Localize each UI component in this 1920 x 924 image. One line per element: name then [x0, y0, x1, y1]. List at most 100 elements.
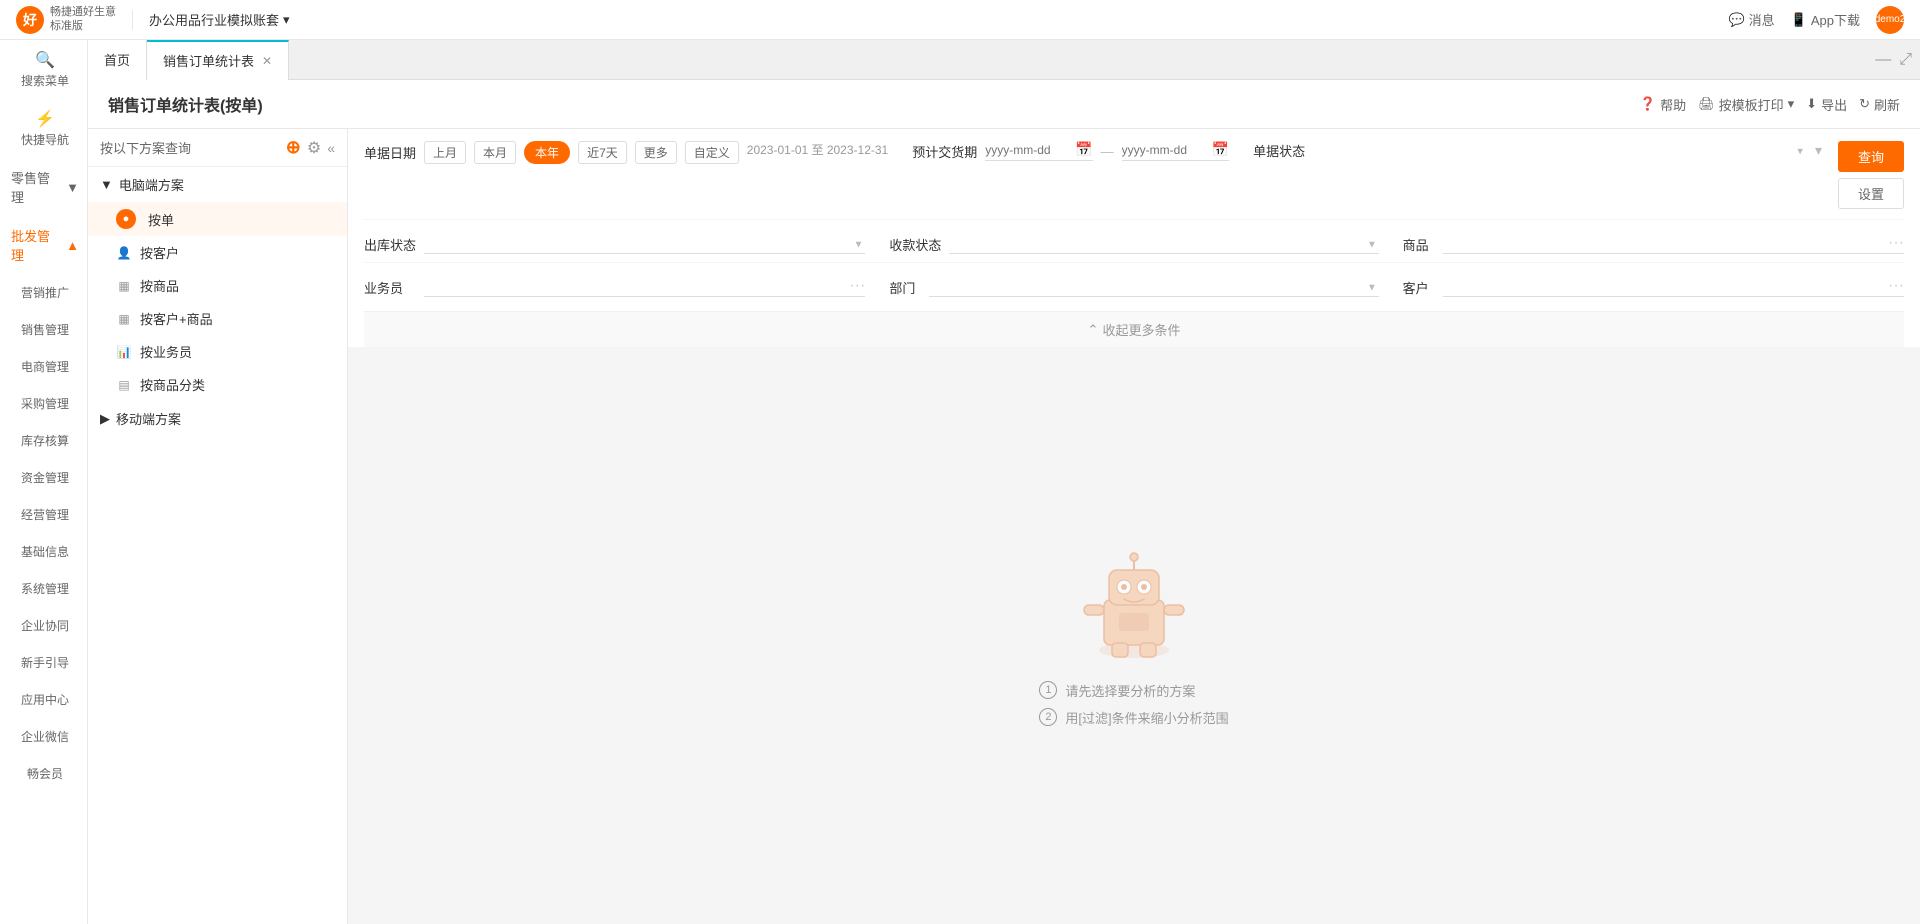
section-arrow-icon: ▼ — [100, 177, 113, 192]
customer-label: 客户 — [1403, 278, 1435, 297]
product-input[interactable] — [1443, 235, 1880, 250]
page-title: 销售订单统计表(按单) — [108, 92, 263, 116]
tab-home[interactable]: 首页 — [88, 40, 147, 80]
scheme-item-by-category[interactable]: ▤ 按商品分类 — [88, 368, 347, 401]
sidebar-item-newbie[interactable]: 新手引导 — [0, 644, 87, 681]
sidebar-item-wechat[interactable]: 企业微信 — [0, 718, 87, 755]
tab-sales-order-stat[interactable]: 销售订单统计表 ✕ — [147, 40, 289, 80]
sidebar-item-enterprise[interactable]: 企业协同 — [0, 607, 87, 644]
salesman-cell: 业务员 ··· — [364, 273, 877, 301]
filter-row-2: 出库状态 ▾ 收款状态 — [364, 219, 1904, 262]
sidebar-item-retail[interactable]: 零售管理 ▼ — [0, 158, 87, 216]
delivery-to-input[interactable] — [1122, 143, 1212, 157]
shipment-status-select[interactable] — [424, 234, 865, 254]
help-btn[interactable]: ❓ 帮助 — [1640, 95, 1686, 114]
filter-row-3: 业务员 ··· 部门 — [364, 262, 1904, 311]
template-print-btn[interactable]: 🖨 按模板打印 ▾ — [1698, 95, 1794, 114]
sidebar-item-quicknav[interactable]: ⚡ 快捷导航 — [0, 99, 87, 158]
sidebar-item-appcenter[interactable]: 应用中心 — [0, 681, 87, 718]
sidebar: 🔍 搜索菜单 ⚡ 快捷导航 零售管理 ▼ 批发管理 ▲ 营销推广 销售管理 电商… — [0, 40, 88, 924]
collapse-scheme-icon[interactable]: « — [327, 140, 335, 156]
customer-icon: 👤 — [116, 245, 132, 261]
dept-select[interactable] — [929, 277, 1378, 297]
salesman-input[interactable] — [424, 278, 841, 293]
salesman-label: 业务员 — [364, 278, 416, 297]
query-button[interactable]: 查询 — [1838, 141, 1904, 172]
scheme-section-pc: ▼ 电脑端方案 ● 按单 👤 按客户 ▦ 按商 — [88, 167, 347, 401]
inner-content: 按以下方案查询 ⊕ ⚙ « ▼ 电脑端方案 ● — [88, 129, 1920, 924]
scheme-item-by-cust-prod[interactable]: ▦ 按客户+商品 — [88, 302, 347, 335]
user-avatar[interactable]: demo2 — [1876, 6, 1904, 34]
workspace-selector[interactable]: 办公用品行业模拟账套 ▾ — [149, 10, 290, 29]
dept-cell: 部门 ▾ — [877, 273, 1390, 301]
refresh-btn[interactable]: ↻ 刷新 — [1859, 95, 1900, 114]
logo-area: 好 畅捷通好生意 标准版 — [16, 6, 116, 34]
date-range-display: 2023-01-01 至 2023-12-31 — [747, 141, 888, 158]
tab-minimize-icon[interactable]: — — [1875, 51, 1891, 69]
scheme-section-pc-title[interactable]: ▼ 电脑端方案 — [88, 167, 347, 202]
tab-controls: — ⤢ — [1875, 51, 1920, 69]
date-btn-this-year[interactable]: 本年 — [524, 141, 570, 164]
sidebar-item-member[interactable]: 畅会员 — [0, 755, 87, 792]
sidebar-item-operations[interactable]: 经营管理 — [0, 496, 87, 533]
sidebar-item-wholesale[interactable]: 批发管理 ▲ — [0, 216, 87, 274]
sidebar-item-finance[interactable]: 资金管理 — [0, 459, 87, 496]
scheme-section-mobile: ▶ 移动端方案 — [88, 401, 347, 436]
customer-input[interactable] — [1443, 278, 1880, 293]
scheme-item-by-product[interactable]: ▦ 按商品 — [88, 269, 347, 302]
collapse-filter-btn[interactable]: ⌃ 收起更多条件 — [364, 311, 1904, 347]
customer-dots-btn[interactable]: ··· — [1888, 278, 1904, 294]
message-btn[interactable]: 💬 消息 — [1728, 10, 1774, 29]
salesman-dots-btn[interactable]: ··· — [849, 278, 865, 294]
page-actions: ❓ 帮助 🖨 按模板打印 ▾ ⬇ 导出 ↻ 刷新 — [1640, 95, 1900, 114]
scheme-panel-header: 按以下方案查询 ⊕ ⚙ « — [88, 129, 347, 167]
calendar-icon-from: 📅 — [1075, 141, 1092, 158]
date-btn-this-month[interactable]: 本月 — [474, 141, 516, 164]
product-input-wrapper: ··· — [1443, 235, 1904, 254]
settings-scheme-icon[interactable]: ⚙ — [307, 138, 321, 158]
sidebar-item-sales[interactable]: 销售管理 — [0, 311, 87, 348]
scheme-section-mobile-title[interactable]: ▶ 移动端方案 — [88, 401, 347, 436]
delivery-date-to: 📅 — [1122, 141, 1229, 161]
doc-status-select-wrapper — [1313, 141, 1807, 160]
product-cell: 商品 ··· — [1391, 230, 1904, 262]
date-btn-last-month[interactable]: 上月 — [424, 141, 466, 164]
customer-input-wrapper: ··· — [1443, 278, 1904, 297]
tip-num-1: 1 — [1039, 681, 1057, 699]
action-buttons: 查询 设置 — [1838, 141, 1904, 209]
date-btn-last-7-days[interactable]: 近7天 — [578, 141, 627, 164]
product-icon: ▦ — [116, 278, 132, 294]
sidebar-item-basic[interactable]: 基础信息 — [0, 533, 87, 570]
tab-close-icon[interactable]: ✕ — [262, 54, 272, 68]
product-label: 商品 — [1403, 235, 1435, 254]
doc-status-select[interactable] — [1313, 141, 1807, 160]
payment-status-select[interactable] — [949, 234, 1378, 254]
export-btn[interactable]: ⬇ 导出 — [1806, 95, 1847, 114]
empty-illustration — [1074, 545, 1194, 665]
add-scheme-icon[interactable]: ⊕ — [286, 137, 301, 158]
sidebar-item-search[interactable]: 🔍 搜索菜单 — [0, 40, 87, 99]
download-icon: 📱 — [1791, 12, 1807, 28]
sidebar-item-marketing[interactable]: 营销推广 — [0, 274, 87, 311]
delivery-from-input[interactable] — [985, 143, 1075, 157]
payment-status-label: 收款状态 — [889, 235, 941, 254]
tab-expand-icon[interactable]: ⤢ — [1899, 51, 1912, 69]
date-btn-custom[interactable]: 自定义 — [685, 141, 739, 164]
content-area: 首页 销售订单统计表 ✕ — ⤢ 销售订单统计表(按单) ❓ 帮助 — [88, 40, 1920, 924]
scheme-item-by-order[interactable]: ● 按单 — [88, 202, 347, 236]
scheme-item-by-salesman[interactable]: 📊 按业务员 — [88, 335, 347, 368]
sidebar-item-purchase[interactable]: 采购管理 — [0, 385, 87, 422]
sidebar-item-system[interactable]: 系统管理 — [0, 570, 87, 607]
sidebar-item-inventory[interactable]: 库存核算 — [0, 422, 87, 459]
cust-prod-icon: ▦ — [116, 311, 132, 327]
app-download-btn[interactable]: 📱 App下载 — [1791, 10, 1860, 29]
refresh-icon: ↻ — [1859, 96, 1870, 112]
scheme-item-by-customer[interactable]: 👤 按客户 — [88, 236, 347, 269]
select-expand-icon: ▾ — [1815, 142, 1822, 159]
main-layout: 🔍 搜索菜单 ⚡ 快捷导航 零售管理 ▼ 批发管理 ▲ 营销推广 销售管理 电商… — [0, 40, 1920, 924]
sidebar-item-ecommerce[interactable]: 电商管理 — [0, 348, 87, 385]
product-dots-btn[interactable]: ··· — [1888, 235, 1904, 251]
settings-button[interactable]: 设置 — [1838, 178, 1904, 209]
active-scheme-badge: ● — [116, 209, 136, 229]
date-btn-more[interactable]: 更多 — [635, 141, 677, 164]
